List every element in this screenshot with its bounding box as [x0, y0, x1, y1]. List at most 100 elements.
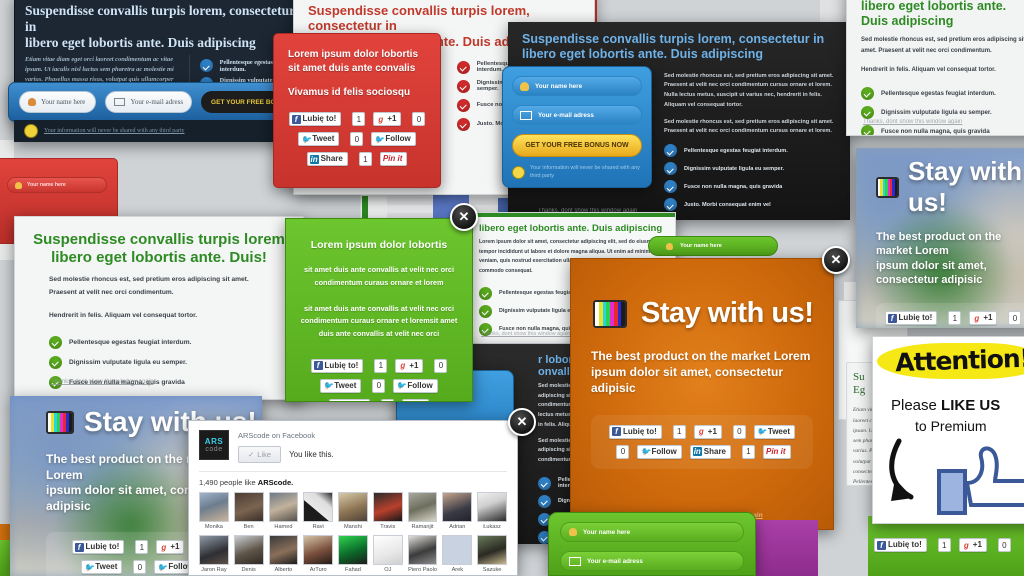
tweet-button[interactable]: 🐦 Tweet	[81, 560, 123, 575]
list-item[interactable]: Alberto	[268, 534, 299, 573]
list-item[interactable]: Piero Paolo	[407, 534, 438, 573]
cta-button[interactable]: GET YOUR FREE BONUS NOW	[512, 134, 642, 157]
linkedin-share-button[interactable]: inShare	[328, 398, 370, 401]
list-item[interactable]: Ramanjit	[407, 492, 438, 530]
list-item[interactable]: Sazuke	[477, 534, 507, 573]
avatar	[233, 534, 264, 565]
envelope-icon	[114, 98, 126, 106]
pinterest-button[interactable]: Pin it	[401, 398, 430, 401]
facebook-like-toggle[interactable]: ✓ Like	[238, 446, 282, 463]
popup-attention-like-us[interactable]: Attention! Please LIKE US to Premium	[872, 336, 1024, 524]
gplus-button[interactable]: g +1	[156, 540, 185, 555]
gplus-button[interactable]: g +1	[373, 112, 402, 126]
list-item[interactable]: Jaron Ray	[199, 534, 229, 573]
dismiss-link[interactable]: Thanks, dont show this window again	[51, 378, 154, 385]
stay-with-us-subtitle: The best product on the market Lorem ips…	[591, 349, 811, 396]
list-item: Fusce non nulla magna, quis gravida	[861, 124, 1024, 135]
twitter-follow-button[interactable]: 🐦 Follow	[393, 378, 438, 393]
twitter-icon: 🐦	[323, 381, 334, 391]
list-item[interactable]: Ravi	[303, 492, 334, 530]
name-field[interactable]: Your name here	[7, 177, 107, 193]
name-field[interactable]: Your name here	[19, 91, 97, 113]
twitter-icon: 🐦	[157, 562, 168, 572]
social-button-bar[interactable]: fLubię to! 1 g+1 0 🐦Tweet 0 🐦Follow inSh…	[599, 424, 805, 459]
name-field-green-partial[interactable]: Your name here	[648, 236, 778, 256]
list-item[interactable]: OJ	[372, 534, 403, 573]
popup-stay-with-us-orange[interactable]: Stay with us! The best product on the ma…	[570, 258, 834, 530]
avatar-name: Piero Paolo	[408, 566, 437, 573]
email-field[interactable]: Your e-mail adress	[560, 551, 744, 571]
pinterest-button[interactable]: Pin it	[763, 444, 791, 459]
list-item[interactable]: Monika	[199, 492, 229, 530]
avatar-name: Travis	[380, 523, 396, 530]
list-item: Dignissim vulputate ligula eu semper.	[861, 105, 1024, 119]
facebook-icon: f	[291, 114, 301, 124]
close-button[interactable]: ✕	[822, 246, 850, 274]
avatar-name: OJ	[384, 566, 392, 573]
privacy-note: Your information will never be shared wi…	[503, 157, 651, 180]
check-icon	[49, 335, 62, 349]
list-item[interactable]: Hamed	[268, 492, 299, 530]
tweet-count: 0	[616, 444, 630, 459]
tweet-button[interactable]: 🐦 Tweet	[298, 132, 340, 146]
optin-form-blue-card[interactable]: Your name here Your e-mail adress GET YO…	[502, 66, 652, 188]
avatar	[442, 534, 473, 565]
popup-red-social[interactable]: Lorem ipsum dolor lobortis sit amet duis…	[273, 33, 441, 188]
background-sliver-purple	[756, 520, 818, 576]
email-field[interactable]: Your e-mail adress	[105, 91, 193, 113]
twitter-follow-button[interactable]: 🐦 Follow	[637, 444, 682, 459]
tv-icon	[46, 410, 74, 434]
popup-green-social[interactable]: Lorem ipsum dolor lobortis sit amet duis…	[285, 218, 473, 402]
list-item[interactable]: Fahad	[338, 534, 368, 573]
twitter-follow-button[interactable]: 🐦 Follow	[371, 132, 416, 146]
facebook-like-box[interactable]: ARS code ARScode on Facebook ✓ Like You …	[188, 420, 518, 576]
popup-stay-with-us-blue-right[interactable]: Stay with us! The best product on the ma…	[856, 148, 1024, 328]
popup-white-green-left[interactable]: Suspendisse convallis turpis lorem liber…	[14, 216, 304, 400]
popup-dark-blue-body-1: Sed molestie rhoncus est, sed pretium er…	[664, 72, 834, 108]
gplus-button[interactable]: g +1	[969, 311, 998, 326]
facebook-like-button[interactable]: f Lubię to!	[288, 112, 342, 126]
check-icon	[664, 162, 677, 176]
list-item[interactable]: Adrian	[442, 492, 473, 530]
list-item[interactable]: Łukasz	[477, 492, 507, 530]
dismiss-link[interactable]: Thanks, dont show this window again	[863, 119, 962, 125]
arscode-logo: ARS code	[199, 430, 229, 460]
popup-green-bottom-right[interactable]: f Lubię to! 1 g +1 0	[868, 516, 1024, 576]
email-field-placeholder: Your e-mail adress	[587, 557, 643, 565]
name-field[interactable]: Your name here	[512, 76, 642, 96]
tweet-button[interactable]: 🐦 Tweet	[753, 424, 795, 439]
social-button-bar[interactable]: fLubię to! 1 g+1 0 🐦Tweet 0 🐦Follow inSh…	[274, 98, 440, 166]
check-icon	[664, 180, 677, 194]
name-field[interactable]: Your name here	[560, 522, 744, 542]
facebook-like-button[interactable]: f Lubię to!	[884, 311, 938, 326]
popup-collage-canvas: SuEg Etiam vitae diam eget orci laoreet …	[0, 0, 1024, 576]
facebook-like-button[interactable]: f Lubię to!	[310, 358, 364, 373]
optin-form-green[interactable]: Your name here Your e-mail adress	[548, 512, 756, 576]
facebook-like-button[interactable]: f Lubię to!	[609, 424, 662, 439]
list-item[interactable]: Travis	[372, 492, 403, 530]
facebook-like-button[interactable]: f Lubię to!	[874, 538, 927, 552]
gplus-button[interactable]: g +1	[693, 424, 722, 439]
tweet-button[interactable]: 🐦 Tweet	[320, 378, 362, 393]
popup-white-green-topright[interactable]: libero eget lobortis ante. Duis adipisci…	[846, 0, 1024, 136]
list-item[interactable]: Denis	[233, 534, 264, 573]
gplus-button[interactable]: g +1	[958, 538, 987, 552]
twitter-icon: 🐦	[756, 427, 767, 437]
email-field[interactable]: Your e-mail adress	[512, 105, 642, 125]
pinterest-button[interactable]: Pin it	[379, 152, 408, 166]
close-button[interactable]: ✕	[508, 408, 536, 436]
facebook-like-count: 1	[672, 424, 686, 439]
gplus-button[interactable]: g +1	[395, 358, 424, 373]
dismiss-link[interactable]: Thanks, dont show this window again	[481, 331, 570, 337]
linkedin-share-button[interactable]: inShare	[689, 444, 731, 459]
check-icon	[456, 79, 470, 93]
social-button-bar[interactable]: fLubię to! 1 g+1 0 🐦Tweet 0 🐦Follow	[882, 311, 1024, 328]
list-item[interactable]: Arek	[442, 534, 473, 573]
social-button-bar[interactable]: fLubię to! 1 g+1 0 🐦Tweet 0 🐦Follow inSh…	[286, 341, 472, 401]
list-item[interactable]: ArTuro	[303, 534, 334, 573]
list-item[interactable]: Manshi	[338, 492, 368, 530]
list-item[interactable]: Ben	[233, 492, 264, 530]
facebook-like-button[interactable]: f Lubię to!	[71, 540, 125, 555]
close-button[interactable]: ✕	[450, 203, 478, 231]
linkedin-share-button[interactable]: inShare	[306, 152, 348, 166]
